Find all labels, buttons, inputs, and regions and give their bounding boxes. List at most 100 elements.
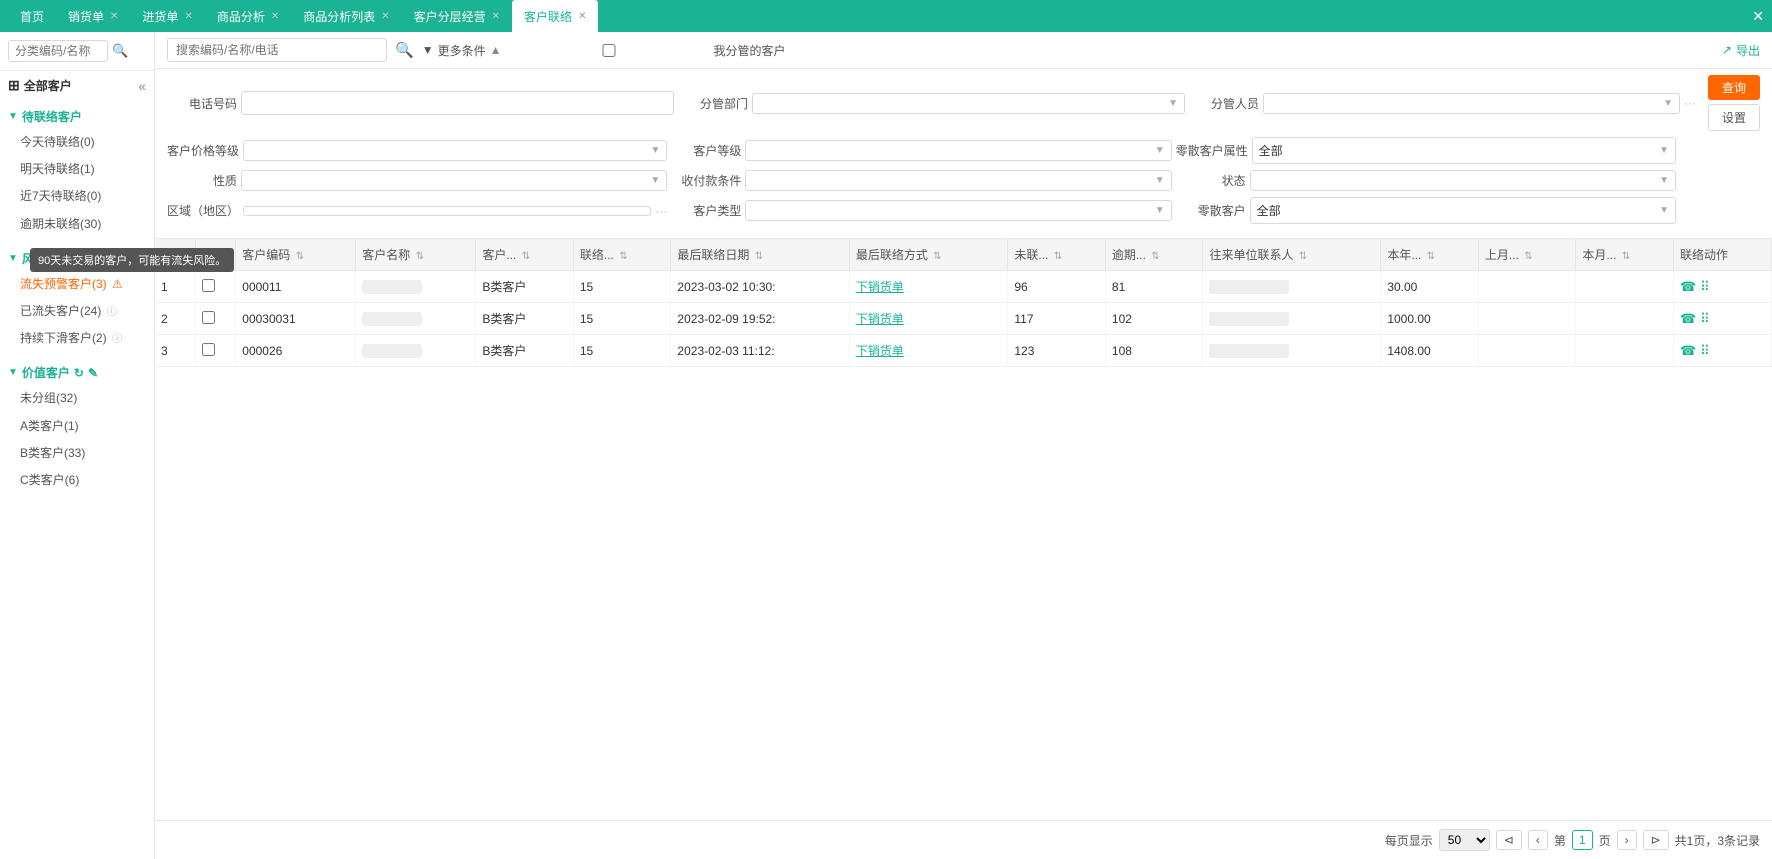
- sort-icon-type[interactable]: ⇅: [522, 251, 530, 262]
- sort-icon-this-year[interactable]: ⇅: [1427, 251, 1435, 262]
- sidebar-all-customers[interactable]: ⊞ 全部客户 «: [0, 71, 154, 100]
- manager-ellipsis[interactable]: ···: [1684, 96, 1696, 110]
- row-checkbox-1[interactable]: [202, 311, 215, 324]
- filter-select-retail-attr[interactable]: 全部 ▼: [1252, 137, 1676, 164]
- per-page-select[interactable]: 50 100: [1439, 829, 1490, 851]
- sort-icon-contact-count[interactable]: ⇅: [619, 251, 627, 262]
- cell-this-month: [1576, 335, 1674, 367]
- sidebar-item-tomorrow[interactable]: 明天待联络(1): [0, 156, 154, 183]
- refresh-icon-value[interactable]: ↻: [74, 366, 84, 380]
- sidebar: 🔍 ⊞ 全部客户 « ▼ 待联络客户 今天待联络(0) 明天待联络(1) 近7天…: [0, 32, 155, 859]
- tab-customer-contact[interactable]: 客户联络 ✕: [512, 0, 598, 32]
- filter-select-payment[interactable]: ▼: [745, 170, 1171, 191]
- filter-select-price-level[interactable]: ▼: [243, 140, 667, 161]
- tab-purchase[interactable]: 进货单 ✕: [130, 0, 204, 32]
- filter-select-status[interactable]: ▼: [1250, 170, 1676, 191]
- sidebar-search-input[interactable]: [8, 40, 108, 62]
- grid-icon: ⊞: [8, 77, 20, 94]
- row-checkbox-2[interactable]: [202, 343, 215, 356]
- query-button[interactable]: 查询: [1708, 75, 1760, 100]
- sidebar-item-ungrouped[interactable]: 未分组(32): [0, 385, 154, 412]
- edit-icon-value[interactable]: ✎: [88, 366, 98, 380]
- my-customers-check[interactable]: 我分管的客户: [509, 42, 785, 59]
- action-contact-icon-2[interactable]: ☎: [1680, 343, 1696, 359]
- action-more-icon-2[interactable]: ⠿: [1700, 343, 1710, 359]
- per-page-label: 每页显示: [1385, 832, 1433, 849]
- sort-icon-name[interactable]: ⇅: [416, 251, 424, 262]
- filter-more-conditions[interactable]: ▼ 更多条件 ▲: [422, 42, 502, 59]
- settings-button[interactable]: 设置: [1708, 104, 1760, 131]
- tooltip-box: 90天未交易的客户，可能有流失风险。: [30, 248, 155, 272]
- sidebar-group-value-title[interactable]: ▼ 价值客户 ↻ ✎: [0, 360, 154, 385]
- action-more-icon-1[interactable]: ⠿: [1700, 311, 1710, 327]
- sort-icon-contact-person[interactable]: ⇅: [1299, 251, 1307, 262]
- filter-select-region[interactable]: [243, 206, 651, 216]
- last-page-button[interactable]: ⊳: [1643, 830, 1669, 850]
- sidebar-item-churned[interactable]: 已流失客户(24) ⓘ: [0, 298, 154, 325]
- tab-home[interactable]: 首页: [8, 0, 56, 32]
- region-ellipsis[interactable]: ···: [655, 204, 667, 218]
- tab-close-product-analysis[interactable]: ✕: [271, 11, 279, 22]
- sort-icon-code[interactable]: ⇅: [296, 251, 304, 262]
- tab-close-purchase[interactable]: ✕: [184, 11, 192, 22]
- cell-overdue: 102: [1105, 303, 1203, 335]
- prev-page-button[interactable]: ‹: [1528, 830, 1548, 850]
- tab-close-sales[interactable]: ✕: [110, 11, 118, 22]
- table-row: 1 000011 B类客户 15 2023-03-02 10:30: 下销货单 …: [155, 271, 1772, 303]
- sidebar-item-a-class[interactable]: A类客户(1): [0, 413, 154, 440]
- sidebar-collapse-icon[interactable]: «: [138, 78, 146, 94]
- filter-select-customer-type[interactable]: ▼: [745, 200, 1171, 221]
- my-customers-checkbox[interactable]: [509, 44, 709, 57]
- col-header-this-month: 本月... ⇅: [1576, 239, 1674, 271]
- filter-input-phone[interactable]: [241, 91, 674, 115]
- sidebar-group-pending-title[interactable]: ▼ 待联络客户: [0, 104, 154, 129]
- filter-select-retail-customer[interactable]: 全部 ▼: [1250, 197, 1676, 224]
- sort-icon-uncontacted[interactable]: ⇅: [1054, 251, 1062, 262]
- search-input[interactable]: [167, 38, 387, 62]
- sidebar-item-declining[interactable]: 持续下滑客户(2) ⓘ: [0, 325, 154, 352]
- row-checkbox-0[interactable]: [202, 279, 215, 292]
- action-contact-icon-1[interactable]: ☎: [1680, 311, 1696, 327]
- table-row: 2 00030031 B类客户 15 2023-02-09 19:52: 下销货…: [155, 303, 1772, 335]
- filter-select-manager[interactable]: ▼: [1263, 93, 1680, 114]
- sidebar-group-value: ▼ 价值客户 ↻ ✎ 未分组(32) A类客户(1) B类客户(33) C类客户…: [0, 356, 154, 498]
- close-window-button[interactable]: ✕: [1752, 8, 1764, 25]
- filter-select-customer-level[interactable]: ▼: [745, 140, 1171, 161]
- sort-icon-last-month[interactable]: ⇅: [1524, 251, 1532, 262]
- sidebar-item-b-class[interactable]: B类客户(33): [0, 440, 154, 467]
- sidebar-item-7days[interactable]: 近7天待联络(0): [0, 183, 154, 210]
- current-page-number: 1: [1572, 830, 1593, 850]
- next-page-button[interactable]: ›: [1617, 830, 1637, 850]
- col-header-code: 客户编码 ⇅: [236, 239, 356, 271]
- last-method-link-1[interactable]: 下销货单: [856, 312, 904, 326]
- last-method-link-0[interactable]: 下销货单: [856, 280, 904, 294]
- sidebar-item-churn-warning[interactable]: 流失预警客户(3) ⚠: [0, 271, 154, 298]
- filter-select-nature[interactable]: ▼: [241, 170, 667, 191]
- tab-sales-order[interactable]: 销货单 ✕: [56, 0, 130, 32]
- filter-cell-dept: 分管部门 ▼: [678, 93, 1185, 114]
- filter-search-button[interactable]: 🔍: [395, 41, 414, 59]
- tab-close-customer-contact[interactable]: ✕: [578, 11, 586, 22]
- info-icon-declining: ⓘ: [112, 334, 122, 345]
- tab-product-list[interactable]: 商品分析列表 ✕: [291, 0, 401, 32]
- filter-select-dept[interactable]: ▼: [752, 93, 1185, 114]
- sort-icon-overdue[interactable]: ⇅: [1151, 251, 1159, 262]
- sort-icon-last-method[interactable]: ⇅: [933, 251, 941, 262]
- action-more-icon-0[interactable]: ⠿: [1700, 279, 1710, 295]
- export-button[interactable]: ↗ 导出: [1722, 42, 1760, 59]
- tab-customer-segment[interactable]: 客户分层经营 ✕: [402, 0, 512, 32]
- sort-icon-last-date[interactable]: ⇅: [755, 251, 763, 262]
- sort-icon-this-month[interactable]: ⇅: [1622, 251, 1630, 262]
- sidebar-item-overdue[interactable]: 逾期未联络(30): [0, 211, 154, 238]
- tab-product-analysis[interactable]: 商品分析 ✕: [205, 0, 291, 32]
- last-method-link-2[interactable]: 下销货单: [856, 344, 904, 358]
- sidebar-search-icon[interactable]: 🔍: [112, 43, 128, 59]
- cell-name: [356, 271, 476, 303]
- sidebar-item-c-class[interactable]: C类客户(6): [0, 467, 154, 494]
- sidebar-item-today[interactable]: 今天待联络(0): [0, 129, 154, 156]
- first-page-button[interactable]: ⊲: [1496, 830, 1522, 850]
- action-contact-icon-0[interactable]: ☎: [1680, 279, 1696, 295]
- customers-table: ⚙ 客户编码 ⇅ 客户名称 ⇅ 客户..: [155, 239, 1772, 367]
- tab-close-customer-segment[interactable]: ✕: [492, 11, 500, 22]
- tab-close-product-list[interactable]: ✕: [381, 11, 389, 22]
